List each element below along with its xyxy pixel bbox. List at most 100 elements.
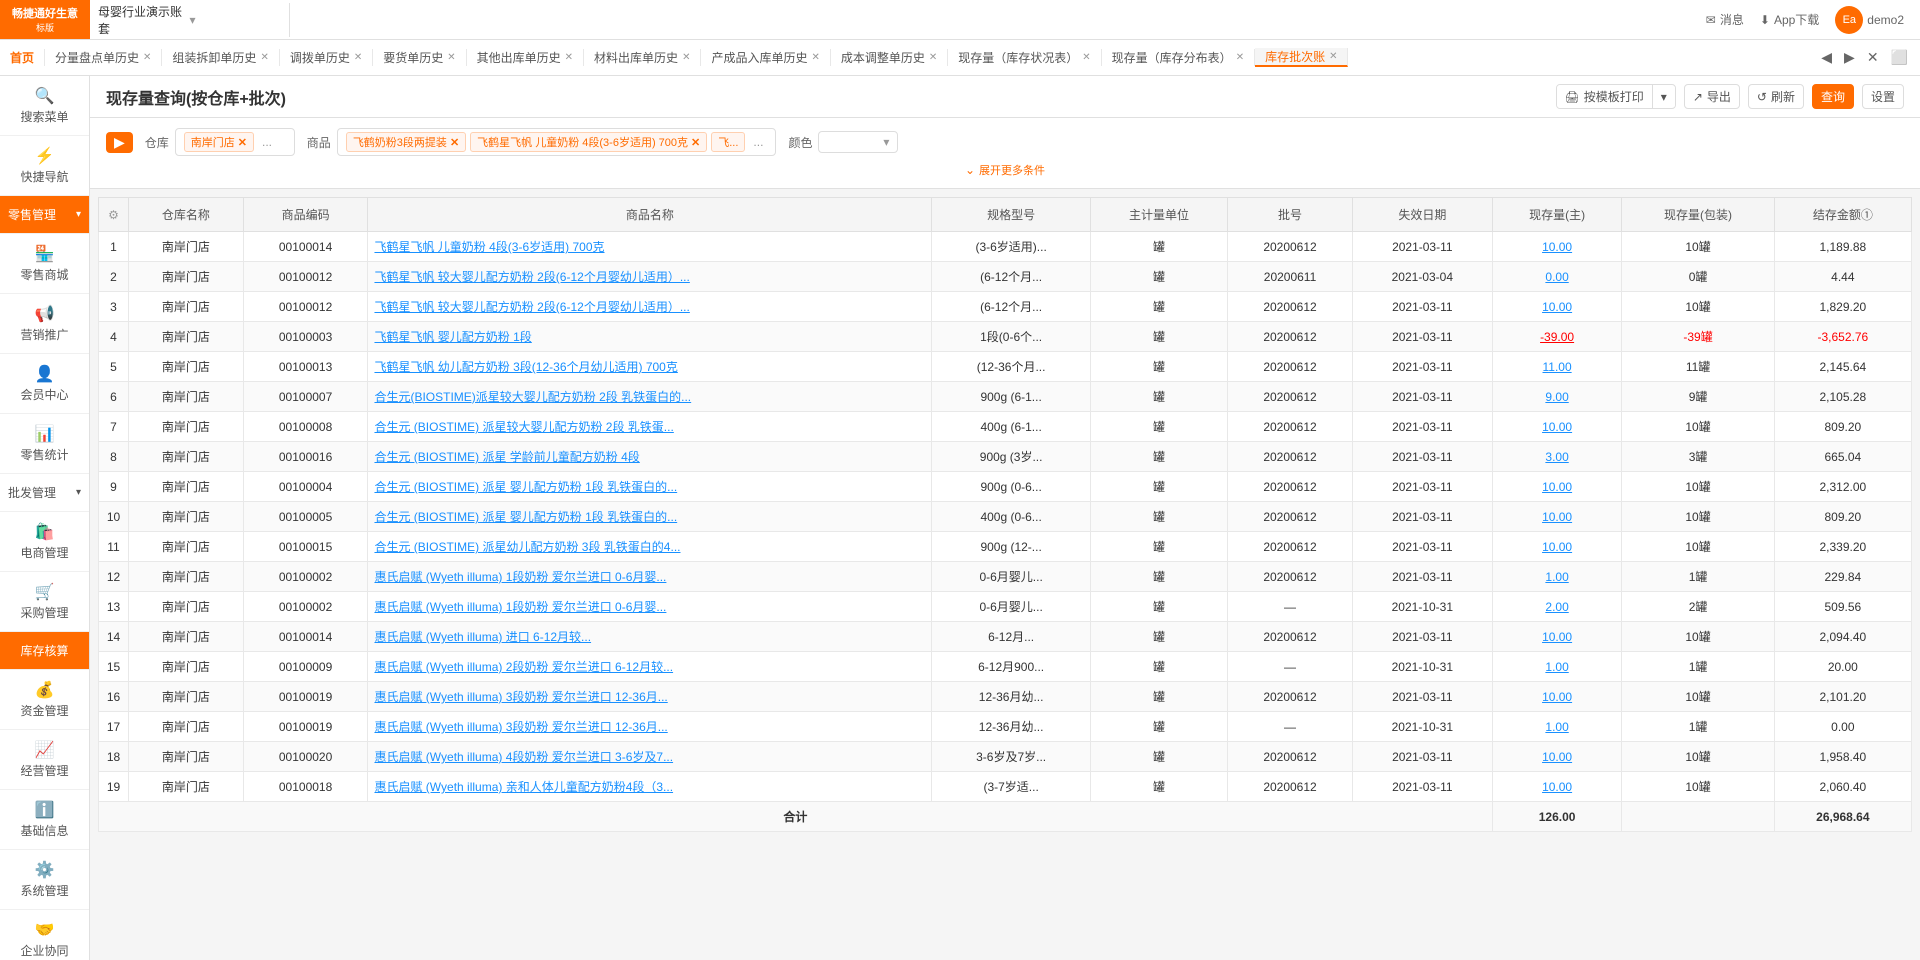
close-icon[interactable]: ✕ xyxy=(1236,52,1244,63)
user-profile[interactable]: Ea demo2 xyxy=(1835,6,1904,34)
close-icon[interactable]: ✕ xyxy=(447,52,455,63)
row-name[interactable]: 合生元 (BIOSTIME) 派星 学龄前儿童配方奶粉 4段 xyxy=(368,442,932,472)
row-name[interactable]: 飞鹤星飞帆 较大婴儿配方奶粉 2段(6-12个月婴幼儿适用）... xyxy=(368,262,932,292)
row-stock-main[interactable]: 1.00 xyxy=(1492,562,1622,592)
row-name[interactable]: 飞鹤星飞帆 较大婴儿配方奶粉 2段(6-12个月婴幼儿适用）... xyxy=(368,292,932,322)
export-button[interactable]: ↗ 导出 xyxy=(1684,84,1740,109)
filter-expand-button[interactable]: ▶ xyxy=(106,132,133,153)
row-stock-main[interactable]: 10.00 xyxy=(1492,232,1622,262)
product-input[interactable]: 飞鹤奶粉3段两提装 ✕ 飞鹤星飞帆 儿童奶粉 4段(3-6岁适用) 700克 ✕… xyxy=(337,128,777,156)
sidebar-item-basic-info[interactable]: ℹ️ 基础信息 xyxy=(0,790,89,850)
sidebar-item-operations[interactable]: 📈 经营管理 xyxy=(0,730,89,790)
row-stock-main[interactable]: 10.00 xyxy=(1492,292,1622,322)
row-stock-main[interactable]: 10.00 xyxy=(1492,742,1622,772)
sidebar-item-system[interactable]: ⚙️ 系统管理 xyxy=(0,850,89,910)
row-name[interactable]: 飞鹤星飞帆 婴儿配方奶粉 1段 xyxy=(368,322,932,352)
row-stock-main[interactable]: 10.00 xyxy=(1492,682,1622,712)
product-tag-1-remove[interactable]: ✕ xyxy=(450,136,459,149)
row-name[interactable]: 合生元 (BIOSTIME) 派星 婴儿配方奶粉 1段 乳铁蛋白的... xyxy=(368,502,932,532)
tab-selector[interactable]: 母婴行业演示账套 ▾ xyxy=(90,3,290,37)
tab-order-history[interactable]: 要货单历史 ✕ xyxy=(373,49,466,66)
tab-material-history[interactable]: 材料出库单历史 ✕ xyxy=(584,49,701,66)
row-stock-main[interactable]: 10.00 xyxy=(1492,472,1622,502)
close-icon[interactable]: ✕ xyxy=(1082,52,1090,63)
row-name[interactable]: 飞鹤星飞帆 儿童奶粉 4段(3-6岁适用) 700克 xyxy=(368,232,932,262)
row-stock-main[interactable]: 10.00 xyxy=(1492,502,1622,532)
row-stock-main[interactable]: 1.00 xyxy=(1492,712,1622,742)
close-icon[interactable]: ✕ xyxy=(682,52,690,63)
row-name[interactable]: 惠氏启赋 (Wyeth illuma) 进口 6-12月较... xyxy=(368,622,932,652)
close-icon[interactable]: ✕ xyxy=(811,52,819,63)
row-name[interactable]: 惠氏启赋 (Wyeth illuma) 3段奶粉 爱尔兰进口 12-36月... xyxy=(368,712,932,742)
row-name[interactable]: 惠氏启赋 (Wyeth illuma) 4段奶粉 爱尔兰进口 3-6岁及7... xyxy=(368,742,932,772)
query-button[interactable]: 查询 xyxy=(1812,84,1854,109)
sidebar-item-purchase[interactable]: 🛒 采购管理 xyxy=(0,572,89,632)
warehouse-ellipsis[interactable]: ... xyxy=(258,135,276,149)
tab-product-inbound[interactable]: 产成品入库单历史 ✕ xyxy=(701,49,830,66)
close-icon[interactable]: ✕ xyxy=(354,52,362,63)
row-stock-main[interactable]: 11.00 xyxy=(1492,352,1622,382)
close-icon[interactable]: ✕ xyxy=(1329,51,1337,62)
tab-stock-status[interactable]: 现存量（库存状况表） ✕ xyxy=(948,49,1101,66)
row-stock-main[interactable]: 0.00 xyxy=(1492,262,1622,292)
row-name[interactable]: 惠氏启赋 (Wyeth illuma) 亲和人体儿童配方奶粉4段（3... xyxy=(368,772,932,802)
sidebar-item-marketing[interactable]: 📢 营销推广 xyxy=(0,294,89,354)
refresh-button[interactable]: ↺ 刷新 xyxy=(1748,84,1804,109)
row-stock-main[interactable]: 10.00 xyxy=(1492,622,1622,652)
row-stock-main[interactable]: 3.00 xyxy=(1492,442,1622,472)
row-stock-main[interactable]: 9.00 xyxy=(1492,382,1622,412)
tab-maximize-button[interactable]: ⬜ xyxy=(1887,47,1912,68)
row-name[interactable]: 惠氏启赋 (Wyeth illuma) 1段奶粉 爱尔兰进口 0-6月婴... xyxy=(368,562,932,592)
close-icon[interactable]: ✕ xyxy=(565,52,573,63)
tab-home[interactable]: 首页 xyxy=(0,49,45,66)
tab-close-button[interactable]: ✕ xyxy=(1863,47,1883,68)
sidebar-item-inventory[interactable]: 库存核算 xyxy=(0,632,89,670)
sidebar-item-wholesale[interactable]: 批发管理 ▾ xyxy=(0,474,89,512)
warehouse-input[interactable]: 南岸门店 ✕ ... xyxy=(175,128,295,156)
row-name[interactable]: 合生元 (BIOSTIME) 派星较大婴儿配方奶粉 2段 乳铁蛋... xyxy=(368,412,932,442)
print-button[interactable]: 🖨 按模板打印 xyxy=(1557,85,1653,108)
sidebar-item-member[interactable]: 👤 会员中心 xyxy=(0,354,89,414)
product-ellipsis[interactable]: ... xyxy=(749,135,767,149)
row-name[interactable]: 飞鹤星飞帆 幼儿配方奶粉 3段(12-36个月幼儿适用) 700克 xyxy=(368,352,932,382)
warehouse-remove-icon[interactable]: ✕ xyxy=(238,136,247,149)
column-settings-icon[interactable]: ⚙ xyxy=(108,208,119,222)
product-tag-2-remove[interactable]: ✕ xyxy=(691,136,700,149)
tab-stock-dist[interactable]: 现存量（库存分布表） ✕ xyxy=(1102,49,1255,66)
color-input[interactable]: ▾ xyxy=(818,131,898,153)
close-icon[interactable]: ✕ xyxy=(929,52,937,63)
row-stock-main[interactable]: -39.00 xyxy=(1492,322,1622,352)
row-stock-main[interactable]: 10.00 xyxy=(1492,412,1622,442)
tab-cost-adjust[interactable]: 成本调整单历史 ✕ xyxy=(831,49,948,66)
sidebar-item-finance[interactable]: 💰 资金管理 xyxy=(0,670,89,730)
tab-stock-batch[interactable]: 库存批次账 ✕ xyxy=(1255,48,1348,67)
print-dropdown-button[interactable]: ▾ xyxy=(1653,87,1675,107)
tab-next-button[interactable]: ▶ xyxy=(1840,47,1859,68)
row-name[interactable]: 惠氏启赋 (Wyeth illuma) 3段奶粉 爱尔兰进口 12-36月... xyxy=(368,682,932,712)
messages-button[interactable]: ✉ 消息 xyxy=(1706,11,1744,28)
row-name[interactable]: 惠氏启赋 (Wyeth illuma) 1段奶粉 爱尔兰进口 0-6月婴... xyxy=(368,592,932,622)
tab-prev-button[interactable]: ◀ xyxy=(1817,47,1836,68)
row-stock-main[interactable]: 10.00 xyxy=(1492,772,1622,802)
sidebar-item-retail[interactable]: 零售管理 ▾ xyxy=(0,196,89,234)
row-stock-main[interactable]: 10.00 xyxy=(1492,532,1622,562)
tab-outbound-history[interactable]: 其他出库单历史 ✕ xyxy=(467,49,584,66)
sidebar-item-ecommerce[interactable]: 🛍️ 电商管理 xyxy=(0,512,89,572)
sidebar-item-collab[interactable]: 🤝 企业协同 xyxy=(0,910,89,960)
sidebar-item-search[interactable]: 🔍 搜索菜单 xyxy=(0,76,89,136)
settings-button[interactable]: 设置 xyxy=(1862,84,1904,109)
row-stock-main[interactable]: 2.00 xyxy=(1492,592,1622,622)
row-stock-main[interactable]: 1.00 xyxy=(1492,652,1622,682)
expand-more-button[interactable]: ⌄ 展开更多条件 xyxy=(106,162,1904,178)
row-name[interactable]: 合生元 (BIOSTIME) 派星 婴儿配方奶粉 1段 乳铁蛋白的... xyxy=(368,472,932,502)
row-name[interactable]: 惠氏启赋 (Wyeth illuma) 2段奶粉 爱尔兰进口 6-12月较... xyxy=(368,652,932,682)
sidebar-item-mall[interactable]: 🏪 零售商城 xyxy=(0,234,89,294)
sidebar-item-retail-stats[interactable]: 📊 零售统计 xyxy=(0,414,89,474)
tab-assemble-history[interactable]: 组装拆卸单历史 ✕ xyxy=(162,49,279,66)
row-name[interactable]: 合生元(BIOSTIME)派星较大婴儿配方奶粉 2段 乳铁蛋白的... xyxy=(368,382,932,412)
tab-transfer-history[interactable]: 调拨单历史 ✕ xyxy=(280,49,373,66)
tab-split-history[interactable]: 分量盘点单历史 ✕ xyxy=(45,49,162,66)
col-settings[interactable]: ⚙ xyxy=(99,198,129,232)
row-name[interactable]: 合生元 (BIOSTIME) 派星幼儿配方奶粉 3段 乳铁蛋白的4... xyxy=(368,532,932,562)
table-container[interactable]: ⚙ 仓库名称 商品编码 商品名称 规格型号 主计量单位 批号 失效日期 现存量(… xyxy=(90,189,1920,960)
